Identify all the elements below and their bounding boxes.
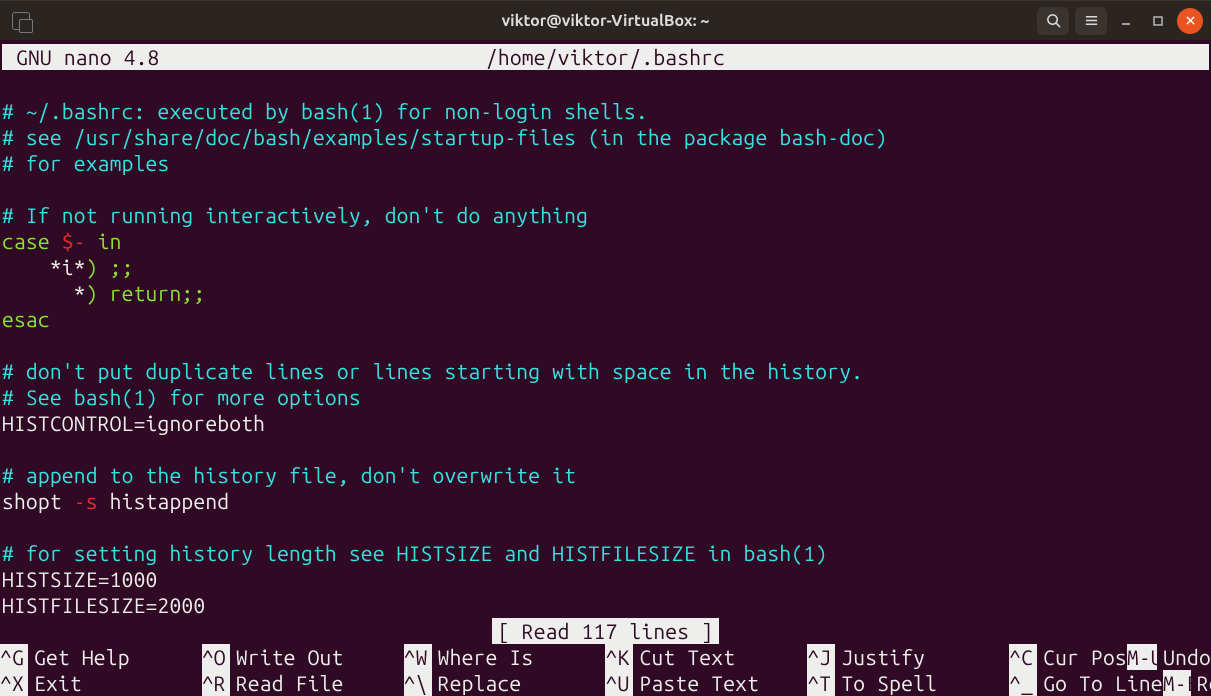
editor-content[interactable]: # ~/.bashrc: executed by bash(1) for non… <box>2 70 1209 644</box>
shortcut-item: ^KCut Text <box>605 644 807 670</box>
shortcut-item: ^UPaste Text <box>605 670 807 696</box>
status-message: [ Read 117 lines ] <box>492 618 719 644</box>
shortcut-item: ^\Replace <box>404 670 606 696</box>
code-line: HISTFILESIZE=2000 <box>2 593 205 617</box>
shortcut-item: ^RRead File <box>202 670 404 696</box>
menu-button[interactable] <box>1075 7 1107 35</box>
shortcut-item: ^TTo Spell <box>807 670 1009 696</box>
code-line: # for examples <box>2 151 169 175</box>
shortcut-item: ^_Go To LineM-ERedo <box>1009 670 1211 696</box>
nano-file-path: /home/viktor/.bashrc <box>486 44 725 70</box>
window-titlebar: viktor@viktor-VirtualBox: ~ <box>0 0 1211 40</box>
status-bar: [ Read 117 lines ] <box>0 618 1211 644</box>
shortcut-item: ^JJustify <box>807 644 1009 670</box>
code-line: # See bash(1) for more options <box>2 385 361 409</box>
code-line: HISTCONTROL=ignoreboth <box>2 411 265 435</box>
shortcut-item: ^CCur PosM-UUndo <box>1009 644 1211 670</box>
hamburger-icon <box>1084 13 1099 28</box>
terminal-area[interactable]: GNU nano 4.8 /home/viktor/.bashrc # ~/.b… <box>0 40 1211 696</box>
code-line: # append to the history file, don't over… <box>2 463 576 487</box>
shortcut-item: ^XExit <box>0 670 202 696</box>
code-line: *) return;; <box>2 281 205 305</box>
code-line: esac <box>2 307 50 331</box>
nano-header: GNU nano 4.8 /home/viktor/.bashrc <box>2 44 1209 70</box>
shortcut-item: ^GGet Help <box>0 644 202 670</box>
shortcut-item: ^WWhere Is <box>404 644 606 670</box>
close-icon <box>1185 15 1196 26</box>
code-line: # for setting history length see HISTSIZ… <box>2 541 827 565</box>
close-button[interactable] <box>1177 8 1203 34</box>
shortcut-item: ^OWrite Out <box>202 644 404 670</box>
code-line: shopt -s histappend <box>2 489 229 513</box>
code-line: case $- in <box>2 229 122 253</box>
maximize-button[interactable] <box>1145 8 1171 34</box>
search-button[interactable] <box>1037 7 1069 35</box>
minimize-icon <box>1120 15 1132 27</box>
code-line: # don't put duplicate lines or lines sta… <box>2 359 863 383</box>
nano-app-title: GNU nano 4.8 <box>10 44 160 70</box>
tab-switcher-icon[interactable] <box>12 12 30 30</box>
code-line: # If not running interactively, don't do… <box>2 203 588 227</box>
code-line: # ~/.bashrc: executed by bash(1) for non… <box>2 99 648 123</box>
code-line: # see /usr/share/doc/bash/examples/start… <box>2 125 887 149</box>
code-line: *i*) ;; <box>2 255 134 279</box>
search-icon <box>1046 13 1061 28</box>
minimize-button[interactable] <box>1113 8 1139 34</box>
maximize-icon <box>1152 15 1164 27</box>
window-title: viktor@viktor-VirtualBox: ~ <box>502 12 710 30</box>
code-line: HISTSIZE=1000 <box>2 567 158 591</box>
shortcut-bar: ^GGet Help ^OWrite Out ^WWhere Is ^KCut … <box>0 644 1211 696</box>
